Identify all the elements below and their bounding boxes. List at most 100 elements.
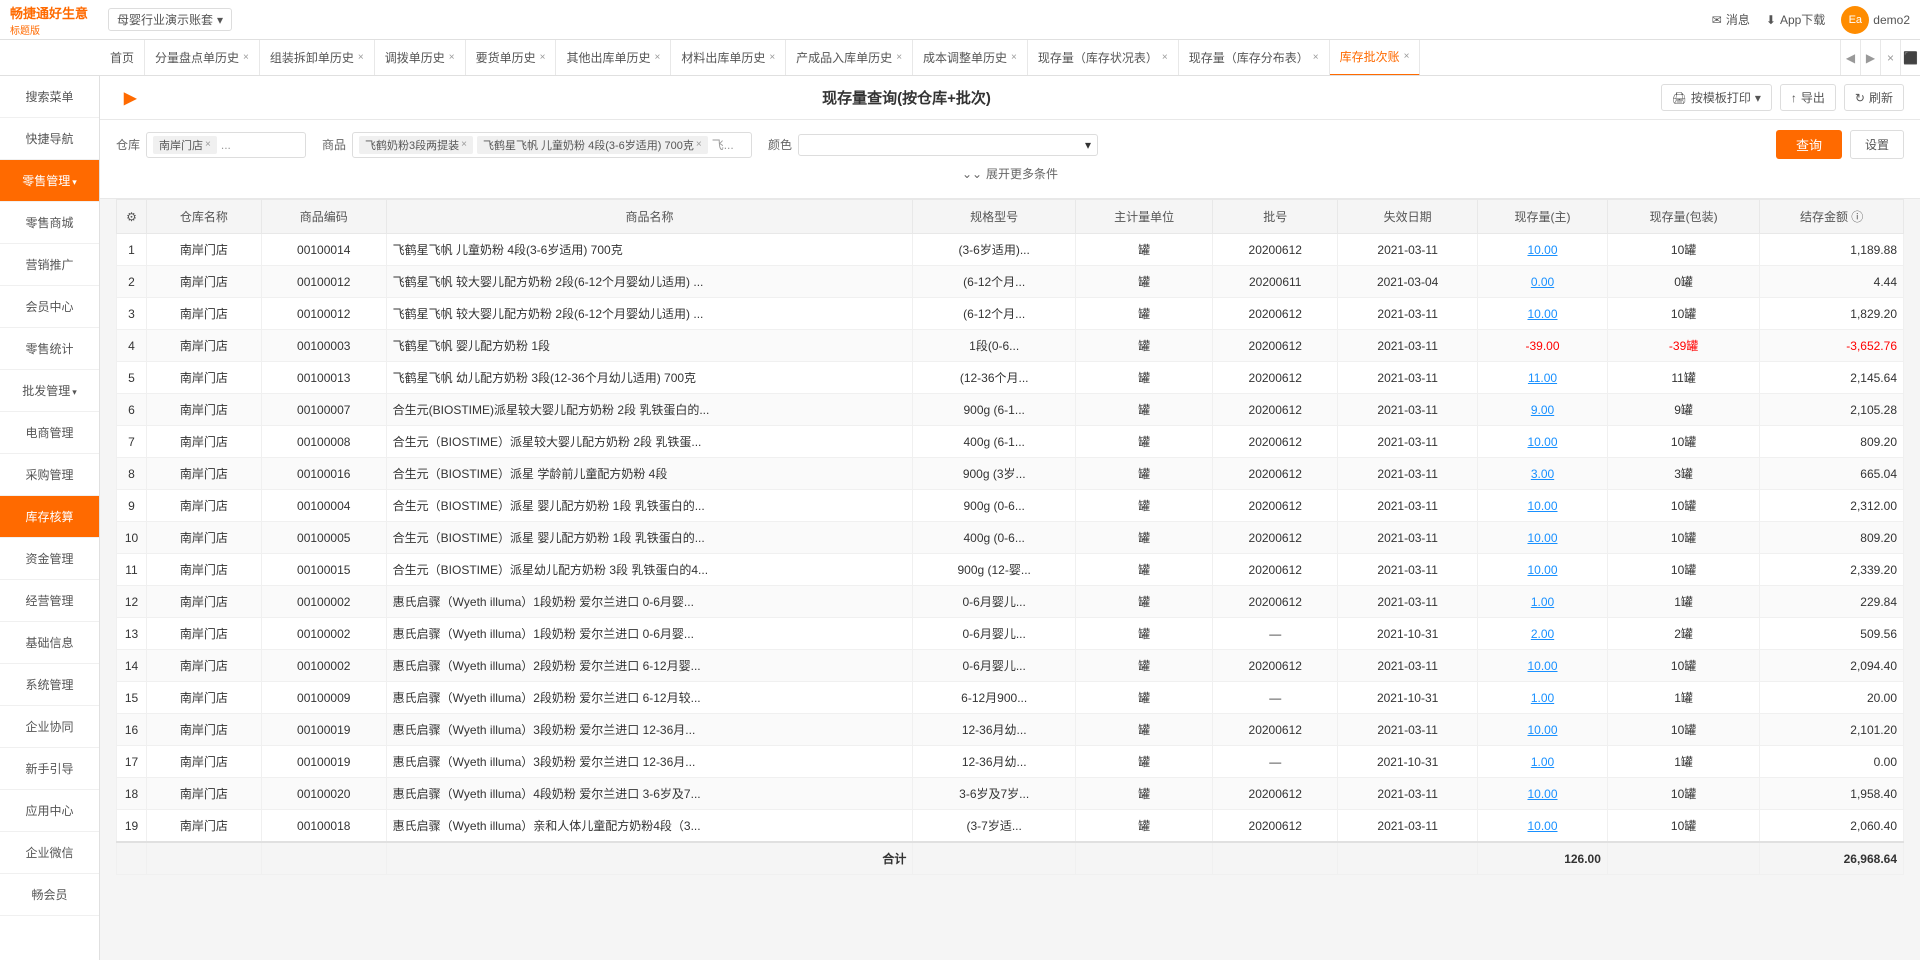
close-icon[interactable]: ×: [358, 52, 364, 63]
row-stock[interactable]: 2.00: [1478, 618, 1608, 650]
user-menu[interactable]: Ea demo2: [1841, 6, 1910, 34]
app-download-btn[interactable]: ⬇ App下载: [1766, 11, 1825, 28]
expand-arrow-btn[interactable]: ▶: [116, 88, 144, 108]
sidebar-search[interactable]: 搜索菜单: [0, 76, 99, 118]
refresh-btn[interactable]: ↻ 刷新: [1844, 84, 1904, 111]
row-code: 00100020: [261, 778, 386, 810]
row-stock[interactable]: 10.00: [1478, 234, 1608, 266]
row-stock[interactable]: 10.00: [1478, 298, 1608, 330]
close-icon[interactable]: ×: [1313, 52, 1319, 63]
tab-cailiaochukulhis[interactable]: 材料出库单历史×: [671, 40, 786, 76]
sidebar-quick-nav[interactable]: 快捷导航: [0, 118, 99, 160]
message-btn[interactable]: ✉ 消息: [1712, 11, 1750, 28]
sidebar-item-purchase[interactable]: 采购管理: [0, 454, 99, 496]
workspace-selector[interactable]: 母婴行业演示账套 ▾: [108, 8, 232, 31]
sidebar-item-wholesale[interactable]: 批发管理▾: [0, 370, 99, 412]
sidebar-item-sys-mgmt[interactable]: 系统管理: [0, 664, 99, 706]
sidebar-item-ecom[interactable]: 电商管理: [0, 412, 99, 454]
row-unit: 罐: [1075, 362, 1212, 394]
close-icon[interactable]: ×: [540, 52, 546, 63]
close-icon[interactable]: ×: [1404, 51, 1410, 62]
warehouse-input[interactable]: 南岸门店 × ...: [146, 132, 306, 158]
sidebar-item-marketing[interactable]: 营销推广: [0, 244, 99, 286]
row-stock[interactable]: 10.00: [1478, 778, 1608, 810]
nav-next-btn[interactable]: ▶: [1860, 40, 1880, 76]
sidebar-item-retail-mall[interactable]: 零售商城: [0, 202, 99, 244]
sidebar-item-app-center[interactable]: 应用中心: [0, 790, 99, 832]
chevron-down-icon: ▾: [1085, 138, 1091, 152]
sidebar-item-inventory[interactable]: 库存核算: [0, 496, 99, 538]
print-btn[interactable]: 🖨 按模板打印 ▾: [1661, 84, 1772, 111]
tab-fenliangpandian[interactable]: 分量盘点单历史×: [145, 40, 260, 76]
row-batch: —: [1213, 618, 1338, 650]
sidebar-item-member2[interactable]: 畅会员: [0, 874, 99, 916]
color-input[interactable]: ▾: [798, 134, 1098, 156]
row-spec: (12-36个月...: [913, 362, 1075, 394]
row-stock[interactable]: 1.00: [1478, 586, 1608, 618]
row-stock[interactable]: -39.00: [1478, 330, 1608, 362]
product-label: 商品: [322, 136, 346, 153]
sidebar-item-wechat[interactable]: 企业微信: [0, 832, 99, 874]
row-stock[interactable]: 1.00: [1478, 682, 1608, 714]
row-batch: 20200612: [1213, 586, 1338, 618]
tab-xiancunliang-kufen[interactable]: 现存量（库存分布表）×: [1179, 40, 1330, 76]
row-warehouse: 南岸门店: [147, 458, 262, 490]
nav-close-btn[interactable]: ×: [1880, 40, 1900, 76]
row-name: 惠氏启骤（Wyeth illuma）2段奶粉 爱尔兰进口 6-12月婴...: [386, 650, 913, 682]
th-settings[interactable]: ⚙: [117, 200, 147, 234]
tab-yaohuodanhis[interactable]: 要货单历史×: [466, 40, 557, 76]
tab-xiancunliang-kufu[interactable]: 现存量（库存状况表）×: [1028, 40, 1179, 76]
row-stock[interactable]: 10.00: [1478, 650, 1608, 682]
row-stock[interactable]: 10.00: [1478, 490, 1608, 522]
nav-more-btn[interactable]: ⬛: [1900, 40, 1920, 76]
tab-zuzhangchaijian[interactable]: 组装拆卸单历史×: [260, 40, 375, 76]
remove-product-tag1-btn[interactable]: ×: [461, 139, 467, 150]
tab-diaobodanhis[interactable]: 调拨单历史×: [375, 40, 466, 76]
close-icon[interactable]: ×: [654, 52, 660, 63]
row-stock[interactable]: 10.00: [1478, 426, 1608, 458]
export-btn[interactable]: ↑ 导出: [1780, 84, 1836, 111]
row-stock[interactable]: 10.00: [1478, 810, 1608, 843]
row-stock[interactable]: 10.00: [1478, 522, 1608, 554]
sidebar-item-enterprise[interactable]: 企业协同: [0, 706, 99, 748]
row-stock[interactable]: 3.00: [1478, 458, 1608, 490]
settings-btn[interactable]: 设置: [1850, 130, 1904, 159]
row-stock[interactable]: 10.00: [1478, 714, 1608, 746]
row-batch: 20200612: [1213, 554, 1338, 586]
query-btn[interactable]: 查询: [1776, 130, 1842, 159]
tab-chenbendiaozheng[interactable]: 成本调整单历史×: [913, 40, 1028, 76]
row-stock[interactable]: 11.00: [1478, 362, 1608, 394]
row-stock[interactable]: 9.00: [1478, 394, 1608, 426]
sidebar-item-member[interactable]: 会员中心: [0, 286, 99, 328]
tab-home[interactable]: 首页: [100, 40, 145, 76]
row-stock[interactable]: 10.00: [1478, 554, 1608, 586]
close-icon[interactable]: ×: [1011, 52, 1017, 63]
expand-conditions-btn[interactable]: ⌄⌄ 展开更多条件: [962, 165, 1058, 182]
sidebar-item-finance[interactable]: 资金管理: [0, 538, 99, 580]
remove-warehouse-tag-btn[interactable]: ×: [205, 139, 211, 150]
product-more[interactable]: 飞...: [712, 136, 734, 153]
sidebar-item-retail-mgmt[interactable]: 零售管理▾: [0, 160, 99, 202]
row-unit: 罐: [1075, 810, 1212, 843]
row-unit: 罐: [1075, 778, 1212, 810]
close-icon[interactable]: ×: [1162, 52, 1168, 63]
row-stock[interactable]: 1.00: [1478, 746, 1608, 778]
row-batch: —: [1213, 682, 1338, 714]
sidebar-item-newuser[interactable]: 新手引导: [0, 748, 99, 790]
row-stock[interactable]: 0.00: [1478, 266, 1608, 298]
warehouse-more[interactable]: ...: [221, 138, 231, 152]
tab-qitachukulhis[interactable]: 其他出库单历史×: [556, 40, 671, 76]
sidebar-item-retail-stats[interactable]: 零售统计: [0, 328, 99, 370]
close-icon[interactable]: ×: [243, 52, 249, 63]
close-icon[interactable]: ×: [449, 52, 455, 63]
nav-prev-btn[interactable]: ◀: [1840, 40, 1860, 76]
sidebar-item-basic-info[interactable]: 基础信息: [0, 622, 99, 664]
close-icon[interactable]: ×: [896, 52, 902, 63]
product-input[interactable]: 飞鹤奶粉3段两提装 × 飞鹤星飞帆 儿童奶粉 4段(3-6岁适用) 700克 ×…: [352, 132, 752, 158]
close-icon[interactable]: ×: [769, 52, 775, 63]
table-row: 18 南岸门店 00100020 惠氏启骤（Wyeth illuma）4段奶粉 …: [117, 778, 1904, 810]
tab-kupizhang[interactable]: 库存批次账×: [1330, 40, 1421, 76]
tab-chanpinrukukhis[interactable]: 产成品入库单历史×: [786, 40, 913, 76]
sidebar-item-ops[interactable]: 经营管理: [0, 580, 99, 622]
remove-product-tag2-btn[interactable]: ×: [696, 139, 702, 150]
